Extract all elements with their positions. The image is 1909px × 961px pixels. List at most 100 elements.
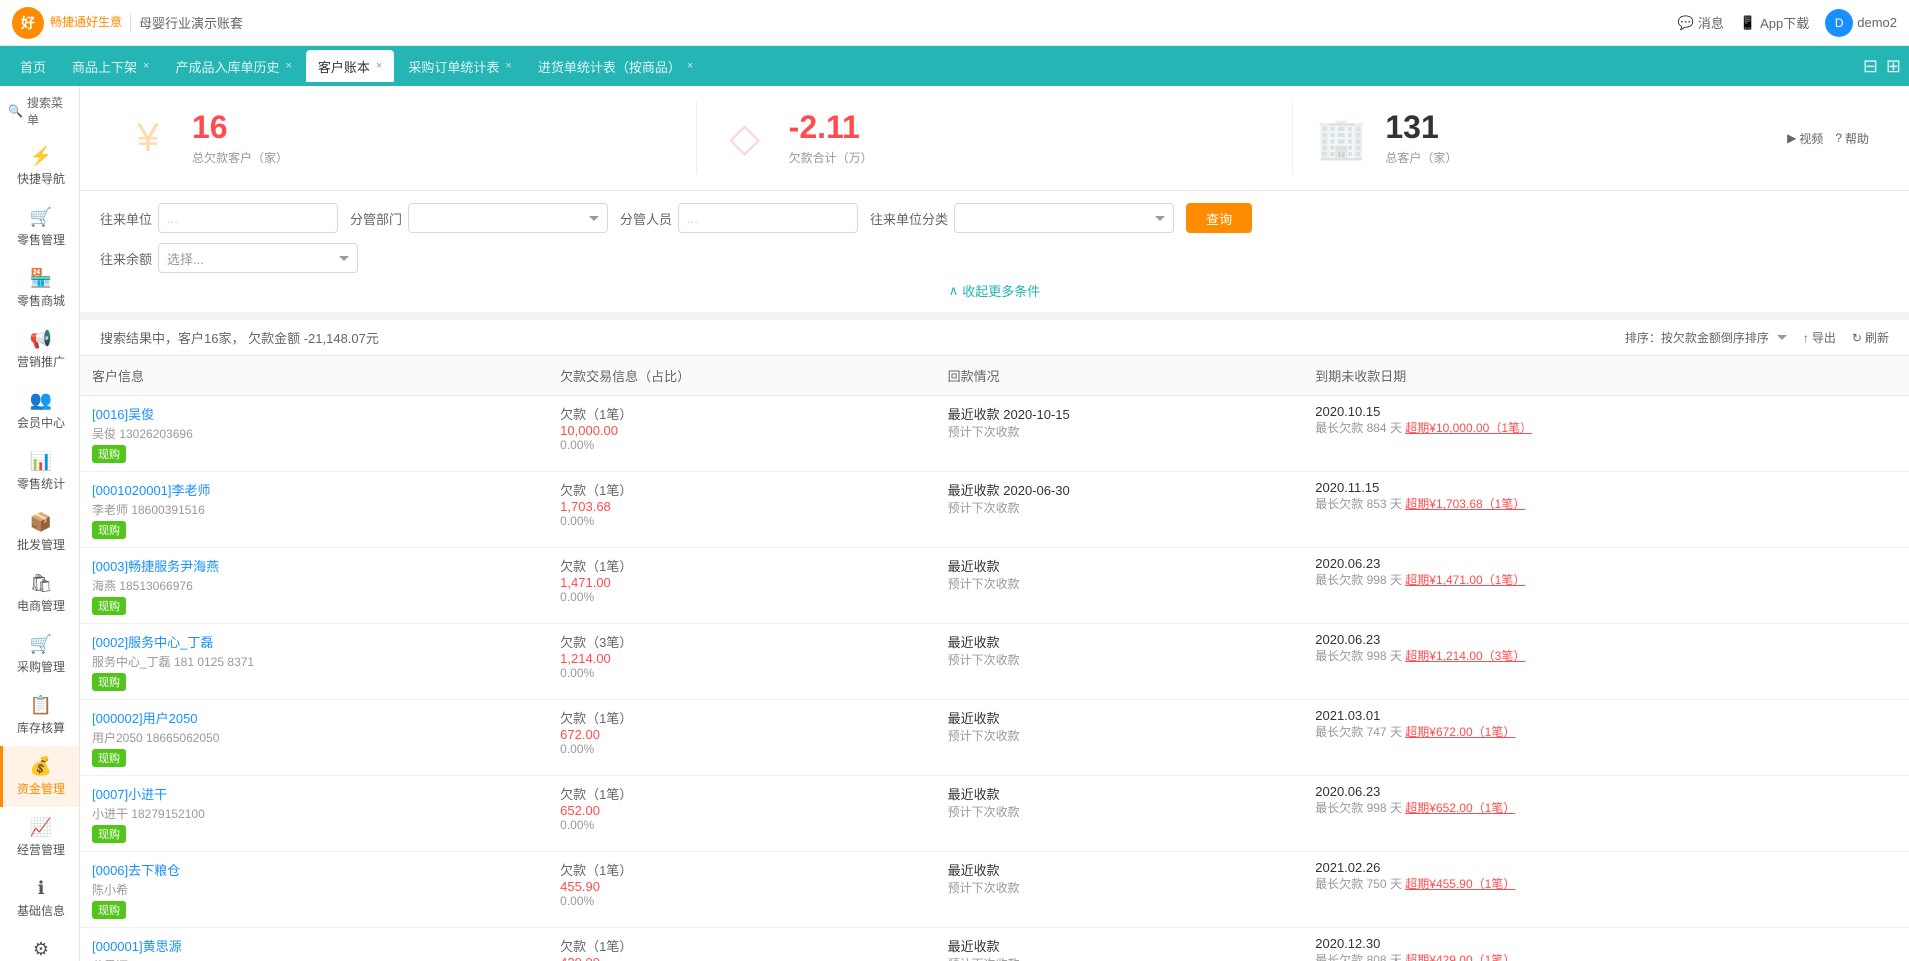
customer-name-link[interactable]: [0006]去下粮仓 (92, 860, 536, 879)
next-collection: 预计下次收款 (948, 727, 1292, 744)
last-collection: 最近收款 2020-06-30 (948, 480, 1292, 499)
unit-category-select[interactable] (954, 203, 1174, 233)
tab-customer-account[interactable]: 客户账本 × (306, 50, 394, 82)
sidebar-item-wholesale[interactable]: 📦 批发管理 (0, 502, 79, 563)
customer-name-link[interactable]: [0001020001]李老师 (92, 480, 536, 499)
overdue-link[interactable]: 超期¥1,703.68（1笔） (1405, 497, 1525, 511)
sidebar-item-marketing[interactable]: 📢 营销推广 (0, 319, 79, 380)
message-btn[interactable]: 💬 消息 (1678, 13, 1724, 32)
tab-stock-stat[interactable]: 进货单统计表（按商品） × (526, 50, 705, 82)
sidebar-item-retail-mall[interactable]: 🏪 零售商城 (0, 258, 79, 319)
overdue-link[interactable]: 超期¥672.00（1笔） (1405, 725, 1515, 739)
help-btn[interactable]: ? 帮助 (1835, 130, 1869, 147)
sidebar-item-finance[interactable]: 💰 资金管理 (0, 746, 79, 807)
chevron-down-icon (589, 216, 599, 221)
tab-product-history[interactable]: 产成品入库单历史 × (163, 50, 303, 82)
sidebar-item-quick-nav[interactable]: ⚡ 快捷导航 (0, 136, 79, 197)
tab-home[interactable]: 首页 (8, 50, 58, 82)
tab-collapse-icon[interactable]: ⊟ (1863, 56, 1878, 77)
sidebar-item-business[interactable]: 📈 经营管理 (0, 807, 79, 868)
customer-contact: 陈小希 (92, 881, 536, 898)
tab-expand-icon[interactable]: ⊞ (1886, 56, 1901, 77)
debt-amount[interactable]: 652.00 (560, 803, 923, 818)
sidebar: 🔍 搜索菜单 ⚡ 快捷导航 🛒 零售管理 🏪 零售商城 📢 营销推广 👥 会员中… (0, 86, 80, 961)
sidebar-item-purchase[interactable]: 🛒 采购管理 (0, 624, 79, 685)
tab-purchase-order[interactable]: 采购订单统计表 × (396, 50, 523, 82)
source-unit-input[interactable]: ... (158, 203, 338, 233)
tab-product-offsale[interactable]: 商品上下架 × (60, 50, 161, 82)
manager-label: 分管人员 (620, 209, 672, 228)
sidebar-item-system[interactable]: ⚙ 系统管理 (0, 929, 79, 961)
collapse-button[interactable]: ∧ 收起更多条件 (949, 281, 1041, 300)
table-row: [0007]小进干 小进干 18279152100 现购 欠款（1笔） 652.… (80, 776, 1909, 852)
basic-info-icon: ℹ (38, 878, 45, 899)
export-button[interactable]: ↑ 导出 (1803, 329, 1836, 346)
video-btn[interactable]: ▶ 视频 (1787, 130, 1823, 147)
logo-area: 好 畅捷通好生意 (12, 7, 122, 39)
balance-select[interactable]: 选择... (158, 243, 358, 273)
close-icon[interactable]: × (285, 60, 291, 72)
customer-name-link[interactable]: [000002]用户2050 (92, 708, 536, 727)
debt-amount[interactable]: 10,000.00 (560, 423, 923, 438)
overdue-link[interactable]: 超期¥652.00（1笔） (1405, 801, 1515, 815)
cell-debt-0: 欠款（1笔） 10,000.00 0.00% (548, 396, 935, 472)
cell-customer-2: [0003]畅捷服务尹海燕 海燕 18513066976 现购 (80, 548, 548, 624)
sidebar-item-retail-mgmt[interactable]: 🛒 零售管理 (0, 197, 79, 258)
customer-name-link[interactable]: [0007]小进干 (92, 784, 536, 803)
debt-amount[interactable]: 455.90 (560, 879, 923, 894)
cell-customer-7: [000001]黄思源 黄思源 13552700226 现购 (80, 928, 548, 961)
sort-select[interactable]: 排序：按欠款金额倒序排序 (1625, 329, 1787, 346)
debt-amount[interactable]: 1,214.00 (560, 651, 923, 666)
debt-amount[interactable]: 1,703.68 (560, 499, 923, 514)
cell-overdue-6: 2021.02.26 最长欠款 750 天 超期¥455.90（1笔） (1303, 852, 1909, 928)
close-icon[interactable]: × (376, 60, 382, 72)
filter-row-2: 往来余额 选择... (100, 243, 1889, 273)
user-avatar[interactable]: D demo2 (1825, 9, 1897, 37)
video-icon: ▶ (1787, 131, 1796, 145)
next-collection: 预计下次收款 (948, 423, 1292, 440)
search-button[interactable]: 查询 (1186, 203, 1252, 233)
dept-select[interactable] (408, 203, 608, 233)
sidebar-item-inventory[interactable]: 📋 库存核算 (0, 685, 79, 746)
source-unit-label: 往来单位 (100, 209, 152, 228)
overdue-link[interactable]: 超期¥1,471.00（1笔） (1405, 573, 1525, 587)
customer-name-link[interactable]: [0003]畅捷服务尹海燕 (92, 556, 536, 575)
sidebar-item-retail-stat[interactable]: 📊 零售统计 (0, 441, 79, 502)
debt-amount[interactable]: 1,471.00 (560, 575, 923, 590)
filter-row-1: 往来单位 ... 分管部门 分管人员 ... (100, 203, 1889, 233)
table-header: 客户信息 欠款交易信息（占比） 回款情况 到期未收款日期 (80, 356, 1909, 396)
results-info-bar: 搜索结果中，客户16家， 欠款金额 -21,148.07元 排序：按欠款金额倒序… (80, 320, 1909, 356)
sidebar-item-basic-info[interactable]: ℹ 基础信息 (0, 868, 79, 929)
search-menu-btn[interactable]: 🔍 搜索菜单 (0, 86, 79, 136)
refresh-button[interactable]: ↻ 刷新 (1852, 329, 1889, 346)
logo-text: 畅捷通好生意 (50, 15, 122, 29)
close-icon[interactable]: × (505, 60, 511, 72)
search-icon: 🔍 (8, 104, 23, 118)
debt-amount[interactable]: 429.00 (560, 955, 923, 961)
overdue-link[interactable]: 超期¥429.00（1笔） (1405, 953, 1515, 961)
sidebar-item-member[interactable]: 👥 会员中心 (0, 380, 79, 441)
overdue-link[interactable]: 超期¥1,214.00（3笔） (1405, 649, 1525, 663)
tab-bar: 首页 商品上下架 × 产成品入库单历史 × 客户账本 × 采购订单统计表 × 进… (0, 46, 1909, 86)
manager-input[interactable]: ... (678, 203, 858, 233)
overdue-link[interactable]: 超期¥455.90（1笔） (1405, 877, 1515, 891)
sidebar-item-ecommerce[interactable]: 🛍 电商管理 (0, 563, 79, 624)
stat-number-debt-customers: 16 (192, 110, 288, 145)
debt-label: 欠款（1笔） (560, 708, 923, 727)
cell-collection-4: 最近收款 预计下次收款 (936, 700, 1304, 776)
customer-tag: 现购 (92, 597, 126, 615)
last-collection: 最近收款 2020-10-15 (948, 404, 1292, 423)
debt-pct: 0.00% (560, 818, 923, 832)
customer-tag: 现购 (92, 445, 126, 463)
th-customer: 客户信息 (80, 356, 548, 396)
app-download-btn[interactable]: 📱 App下载 (1740, 13, 1809, 32)
debt-amount[interactable]: 672.00 (560, 727, 923, 742)
overdue-link[interactable]: 超期¥10,000.00（1笔） (1405, 421, 1532, 435)
cell-collection-0: 最近收款 2020-10-15 预计下次收款 (936, 396, 1304, 472)
customer-name-link[interactable]: [000001]黄思源 (92, 936, 536, 955)
data-table-wrap: 客户信息 欠款交易信息（占比） 回款情况 到期未收款日期 [0016]吴俊 吴俊… (80, 356, 1909, 961)
customer-name-link[interactable]: [0016]吴俊 (92, 404, 536, 423)
close-icon[interactable]: × (143, 60, 149, 72)
customer-name-link[interactable]: [0002]服务中心_丁磊 (92, 632, 536, 651)
close-icon[interactable]: × (687, 60, 693, 72)
